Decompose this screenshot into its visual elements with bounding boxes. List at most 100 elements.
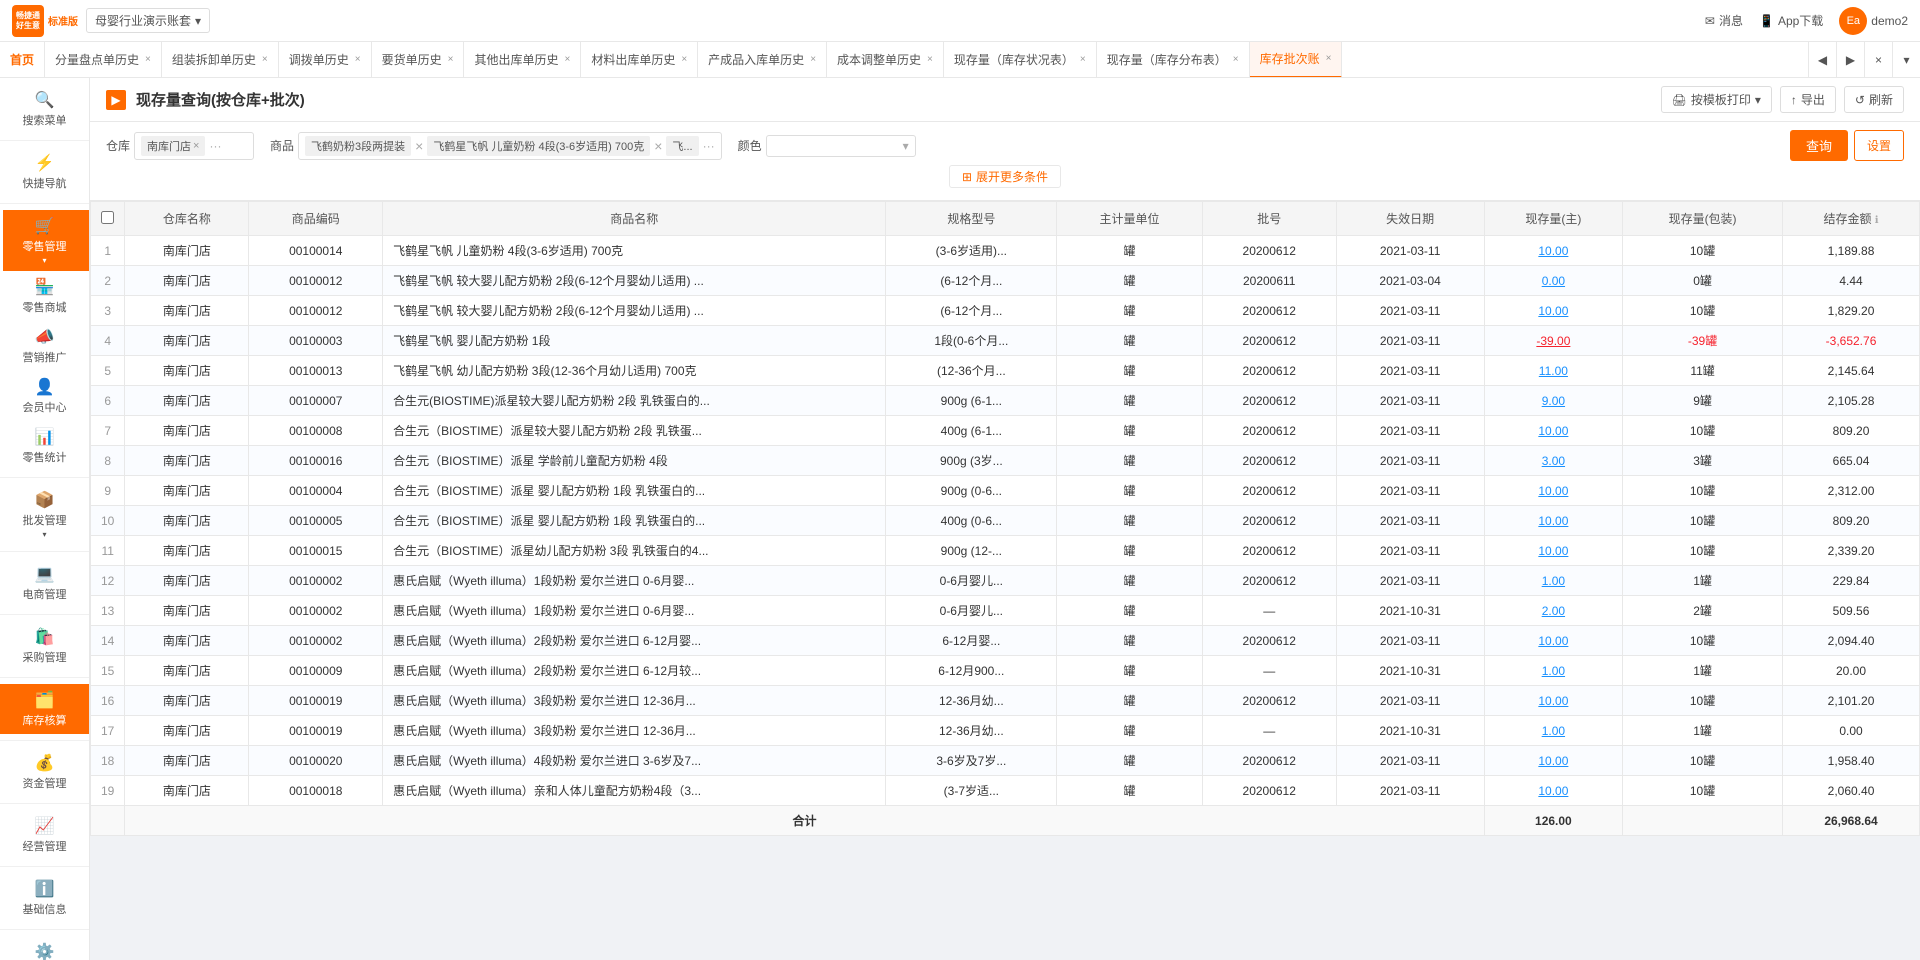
row-qty-pack: 11罐 — [1623, 356, 1783, 386]
row-qty-main[interactable]: 10.00 — [1484, 776, 1622, 806]
warehouse-tags-input[interactable]: 南库门店 × ··· — [134, 132, 254, 160]
tab-xiancunliang2-close[interactable]: × — [1233, 54, 1239, 65]
tab-home[interactable]: 首页 — [0, 42, 45, 78]
row-qty-main[interactable]: 10.00 — [1484, 536, 1622, 566]
tab-diaobo[interactable]: 调拨单历史 × — [279, 42, 372, 78]
tab-zuhe-close[interactable]: × — [262, 54, 268, 65]
app-sub-label: 标准版 — [48, 13, 78, 28]
row-qty-main[interactable]: 10.00 — [1484, 746, 1622, 776]
select-all-checkbox[interactable] — [101, 211, 114, 224]
app-download-btn[interactable]: 📱 App下载 — [1759, 12, 1823, 29]
operations-icon: 📈 — [35, 816, 55, 836]
tab-kucunpici[interactable]: 库存批次账 × — [1250, 42, 1343, 78]
row-qty-main[interactable]: 1.00 — [1484, 566, 1622, 596]
sidebar-item-quicknav[interactable]: ⚡ 快捷导航 — [0, 147, 89, 197]
expand-filter-btn[interactable]: ⊞ 展开更多条件 — [949, 165, 1061, 188]
tab-qitachu-close[interactable]: × — [564, 54, 570, 65]
tab-chancheng-close[interactable]: × — [810, 54, 816, 65]
row-qty-main[interactable]: 3.00 — [1484, 446, 1622, 476]
row-spec: 12-36月幼... — [886, 686, 1057, 716]
row-qty-main[interactable]: 1.00 — [1484, 656, 1622, 686]
tab-fenliang-close[interactable]: × — [145, 54, 151, 65]
table-row: 18 南库门店 00100020 惠氏启赋（Wyeth illuma）4段奶粉 … — [91, 746, 1920, 776]
export-btn[interactable]: ↑ 导出 — [1780, 86, 1836, 113]
tab-zuhe[interactable]: 组装拆卸单历史 × — [162, 42, 279, 78]
template-print-btn[interactable]: 🖨 按模板打印 ▾ — [1661, 86, 1772, 113]
row-qty-main[interactable]: 1.00 — [1484, 716, 1622, 746]
row-qty-pack: 10罐 — [1623, 476, 1783, 506]
sidebar-item-member[interactable]: 👤 会员中心 — [0, 371, 89, 421]
tab-diaobo-close[interactable]: × — [355, 54, 361, 65]
tab-cailiaochu[interactable]: 材料出库单历史 × — [581, 42, 698, 78]
sidebar-item-retailstat[interactable]: 📊 零售统计 — [0, 421, 89, 471]
row-batch: 20200612 — [1202, 326, 1336, 356]
row-unit: 罐 — [1057, 476, 1203, 506]
row-qty-main[interactable]: 10.00 — [1484, 686, 1622, 716]
tab-prev-btn[interactable]: ◀ — [1808, 42, 1836, 78]
setting-button[interactable]: 设置 — [1854, 130, 1904, 161]
sidebar-item-mall[interactable]: 🏪 零售商城 — [0, 271, 89, 321]
tab-chengben[interactable]: 成本调整单历史 × — [827, 42, 944, 78]
row-qty-main[interactable]: 10.00 — [1484, 626, 1622, 656]
row-qty-main[interactable]: -39.00 — [1484, 326, 1622, 356]
row-qty-main[interactable]: 10.00 — [1484, 236, 1622, 266]
goods-tag-2-close[interactable]: × — [654, 138, 662, 154]
row-qty-main[interactable]: 0.00 — [1484, 266, 1622, 296]
row-batch: 20200612 — [1202, 416, 1336, 446]
row-qty-main[interactable]: 10.00 — [1484, 506, 1622, 536]
goods-tags-input[interactable]: 飞鹤奶粉3段两提装 × 飞鹤星飞帆 儿童奶粉 4段(3-6岁适用) 700克 ×… — [298, 132, 722, 160]
search-button[interactable]: 查询 — [1790, 130, 1848, 161]
refresh-btn[interactable]: ↺ 刷新 — [1844, 86, 1904, 113]
sidebar-item-operations[interactable]: 📈 经营管理 — [0, 810, 89, 860]
sidebar-item-wholesale[interactable]: 📦 批发管理 ▾ — [0, 484, 89, 545]
tab-chancheng[interactable]: 产成品入库单历史 × — [698, 42, 827, 78]
user-area[interactable]: Ea demo2 — [1839, 7, 1908, 35]
row-qty-main[interactable]: 11.00 — [1484, 356, 1622, 386]
ecommerce-icon: 💻 — [35, 564, 55, 584]
tab-xiancunliang1[interactable]: 现存量（库存状况表） × — [944, 42, 1097, 78]
tab-chengben-close[interactable]: × — [927, 54, 933, 65]
row-qty-main[interactable]: 2.00 — [1484, 596, 1622, 626]
sidebar-item-basic[interactable]: ℹ️ 基础信息 — [0, 873, 89, 923]
row-warehouse: 南库门店 — [125, 236, 249, 266]
table-row: 13 南库门店 00100002 惠氏启赋（Wyeth illuma）1段奶粉 … — [91, 596, 1920, 626]
tab-yaohuo[interactable]: 要货单历史 × — [372, 42, 465, 78]
sidebar-item-system[interactable]: ⚙️ 系统管理 — [0, 936, 89, 960]
tab-fenliang[interactable]: 分量盘点单历史 × — [45, 42, 162, 78]
sidebar-item-search[interactable]: 🔍 搜索菜单 — [0, 84, 89, 134]
expand-sidebar-btn[interactable]: ▶ — [106, 90, 126, 110]
tab-xiancunliang1-close[interactable]: × — [1080, 54, 1086, 65]
mall-icon: 🏪 — [35, 277, 55, 297]
table-header-row: 仓库名称 商品编码 商品名称 规格型号 主计量单位 批号 失效日期 现存量(主)… — [91, 202, 1920, 236]
inventory-table: 仓库名称 商品编码 商品名称 规格型号 主计量单位 批号 失效日期 现存量(主)… — [90, 201, 1920, 836]
sidebar-item-purchase[interactable]: 🛍️ 采购管理 — [0, 621, 89, 671]
message-btn[interactable]: ✉ 消息 — [1705, 12, 1743, 29]
account-selector[interactable]: 母婴行业演示账套 ▾ — [86, 8, 210, 33]
warehouse-tag-1-close[interactable]: × — [193, 140, 199, 152]
page-header: ▶ 现存量查询(按仓库+批次) 🖨 按模板打印 ▾ ↑ 导出 ↺ 刷新 — [90, 78, 1920, 122]
goods-tag-1-close[interactable]: × — [415, 138, 423, 154]
sidebar-item-inventory[interactable]: 🗂️ 库存核算 — [0, 684, 89, 734]
tab-cailiaochu-close[interactable]: × — [681, 54, 687, 65]
tab-xiancunliang2[interactable]: 现存量（库存分布表） × — [1097, 42, 1250, 78]
tab-qitachu[interactable]: 其他出库单历史 × — [464, 42, 581, 78]
sidebar-item-finance[interactable]: 💰 资金管理 — [0, 747, 89, 797]
table-body: 1 南库门店 00100014 飞鹤星飞帆 儿童奶粉 4段(3-6岁适用) 70… — [91, 236, 1920, 806]
row-qty-main[interactable]: 10.00 — [1484, 476, 1622, 506]
tab-next-btn[interactable]: ▶ — [1836, 42, 1864, 78]
row-qty-main[interactable]: 9.00 — [1484, 386, 1622, 416]
table-row: 12 南库门店 00100002 惠氏启赋（Wyeth illuma）1段奶粉 … — [91, 566, 1920, 596]
sidebar-item-marketing[interactable]: 📣 营销推广 — [0, 321, 89, 371]
sidebar-item-retail[interactable]: 🛒 零售管理 ▾ — [0, 210, 89, 271]
tab-kucunpici-close[interactable]: × — [1326, 53, 1332, 64]
row-qty-main[interactable]: 10.00 — [1484, 296, 1622, 326]
row-qty-main[interactable]: 10.00 — [1484, 416, 1622, 446]
row-amount: 809.20 — [1783, 506, 1920, 536]
color-input-area[interactable]: ▾ — [766, 135, 916, 157]
table-row: 5 南库门店 00100013 飞鹤星飞帆 幼儿配方奶粉 3段(12-36个月幼… — [91, 356, 1920, 386]
tab-yaohuo-close[interactable]: × — [448, 54, 454, 65]
tab-close-btn[interactable]: × — [1864, 42, 1892, 78]
row-name: 合生元（BIOSTIME）派星 学龄前儿童配方奶粉 4段 — [383, 446, 886, 476]
sidebar-item-ecommerce[interactable]: 💻 电商管理 — [0, 558, 89, 608]
tab-menu-btn[interactable]: ▾ — [1892, 42, 1920, 78]
